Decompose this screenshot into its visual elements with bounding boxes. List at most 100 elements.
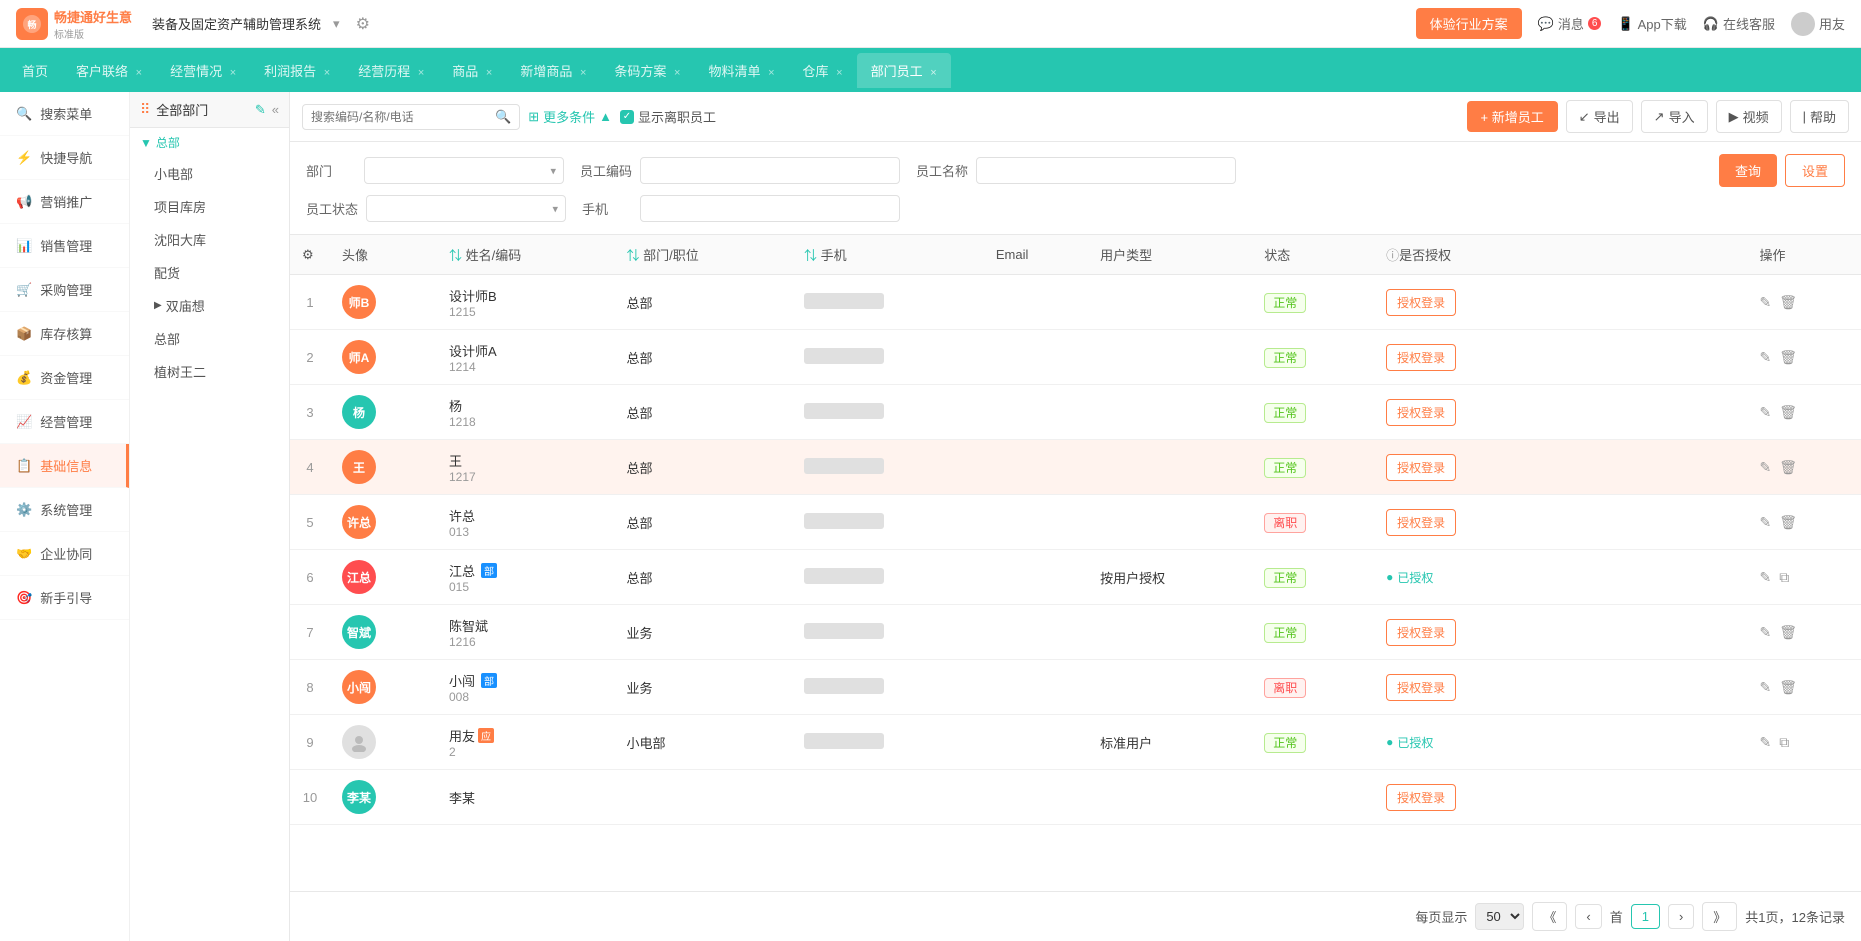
nav-tab-add-goods[interactable]: 新增商品 × (506, 53, 600, 88)
message-btn[interactable]: 💬 消息 6 (1538, 14, 1602, 33)
export-btn[interactable]: ↙ 导出 (1566, 100, 1633, 133)
search-icon[interactable]: 🔍 (495, 109, 511, 125)
dept-edit-icon[interactable]: ✎ (255, 102, 266, 118)
settings-icon[interactable]: ⚙ (356, 14, 370, 34)
auth-button[interactable]: 授权登录 (1386, 454, 1456, 481)
nav-tab-history[interactable]: 经营历程 × (344, 53, 438, 88)
nav-tab-warehouse[interactable]: 仓库 × (789, 53, 857, 88)
first-page-btn[interactable]: 《 (1532, 902, 1567, 931)
sidebar-item-system[interactable]: ⚙️ 系统管理 (0, 488, 129, 532)
nav-tab-goods[interactable]: 商品 × (438, 53, 506, 88)
add-employee-button[interactable]: + 新增员工 (1467, 101, 1558, 132)
dept-item-small-elec[interactable]: 小电部 (130, 157, 289, 190)
more-conditions-btn[interactable]: ⊞ 更多条件 ▲ (528, 107, 612, 126)
nav-tab-barcode[interactable]: 条码方案 × (600, 53, 694, 88)
dept-item-headquarters[interactable]: 总部 (130, 322, 289, 355)
online-service-btn[interactable]: 🎧 在线客服 (1703, 14, 1775, 33)
dept-item-double[interactable]: ▶ 双庙想 (130, 289, 289, 322)
edit-icon[interactable]: ✎ (1759, 624, 1771, 641)
phone-input[interactable] (640, 195, 900, 222)
edit-icon[interactable]: ✎ (1759, 514, 1771, 531)
nav-tab-customer[interactable]: 客户联络 × (62, 53, 156, 88)
sidebar-item-finance[interactable]: 💰 资金管理 (0, 356, 129, 400)
sidebar-item-basic-info[interactable]: 📋 基础信息 (0, 444, 129, 488)
show-resigned-checkbox[interactable]: ✓ 显示离职员工 (620, 107, 716, 126)
search-input[interactable] (311, 110, 491, 124)
edit-icon[interactable]: ✎ (1759, 349, 1771, 366)
edit-icon[interactable]: ✎ (1759, 404, 1771, 421)
emp-status-select[interactable] (366, 195, 566, 222)
close-icon[interactable]: × (418, 67, 424, 79)
last-page-btn[interactable]: 》 (1702, 902, 1737, 931)
help-btn[interactable]: | 帮助 (1790, 100, 1849, 133)
copy-icon[interactable]: ⧉ (1779, 734, 1789, 751)
delete-icon[interactable]: 🗑 (1779, 459, 1797, 476)
close-icon[interactable]: × (768, 67, 774, 79)
nav-tab-bom[interactable]: 物料清单 × (694, 53, 788, 88)
nav-tab-home[interactable]: 首页 (8, 53, 62, 88)
dept-item-delivery[interactable]: 配货 (130, 256, 289, 289)
close-icon[interactable]: × (930, 67, 936, 79)
sidebar-item-quick-nav[interactable]: ⚡ 快捷导航 (0, 136, 129, 180)
edit-icon[interactable]: ✎ (1759, 734, 1771, 751)
app-download-btn[interactable]: 📱 App下载 (1617, 14, 1686, 33)
sidebar-item-marketing[interactable]: 📢 营销推广 (0, 180, 129, 224)
th-phone[interactable]: ⇅ 手机 (792, 235, 984, 275)
copy-icon[interactable]: ⧉ (1779, 569, 1789, 586)
close-icon[interactable]: × (230, 67, 236, 79)
dept-select[interactable] (364, 157, 564, 184)
user-btn[interactable]: 用友 (1791, 12, 1845, 36)
edit-icon[interactable]: ✎ (1759, 294, 1771, 311)
view-btn[interactable]: ▶ 视频 (1716, 100, 1782, 133)
auth-button[interactable]: 授权登录 (1386, 674, 1456, 701)
nav-tab-employees[interactable]: 部门员工 × (857, 53, 951, 88)
sidebar-item-guide[interactable]: 🎯 新手引导 (0, 576, 129, 620)
import-btn[interactable]: ↗ 导入 (1641, 100, 1708, 133)
nav-tab-profit[interactable]: 利润报告 × (250, 53, 344, 88)
close-icon[interactable]: × (136, 67, 142, 79)
settings-icon[interactable]: ⚙ (302, 247, 314, 262)
delete-icon[interactable]: 🗑 (1779, 349, 1797, 366)
sidebar-item-collab[interactable]: 🤝 企业协同 (0, 532, 129, 576)
delete-icon[interactable]: 🗑 (1779, 624, 1797, 641)
nav-tab-operation[interactable]: 经营情况 × (156, 53, 250, 88)
edit-icon[interactable]: ✎ (1759, 459, 1771, 476)
auth-button[interactable]: 授权登录 (1386, 399, 1456, 426)
dept-item-shenyang[interactable]: 沈阳大库 (130, 223, 289, 256)
emp-name-input[interactable] (976, 157, 1236, 184)
dropdown-icon[interactable]: ▾ (333, 16, 340, 32)
dept-collapse-icon[interactable]: « (272, 102, 279, 117)
sidebar-item-inventory[interactable]: 📦 库存核算 (0, 312, 129, 356)
dept-item-project[interactable]: 项目库房 (130, 190, 289, 223)
auth-button[interactable]: 授权登录 (1386, 509, 1456, 536)
delete-icon[interactable]: 🗑 (1779, 404, 1797, 421)
auth-button[interactable]: 授权登录 (1386, 784, 1456, 811)
delete-icon[interactable]: 🗑 (1779, 514, 1797, 531)
th-settings[interactable]: ⚙ (290, 235, 330, 275)
sidebar-item-business[interactable]: 📈 经营管理 (0, 400, 129, 444)
dept-item-tree-king[interactable]: 植树王二 (130, 355, 289, 388)
auth-button[interactable]: 授权登录 (1386, 344, 1456, 371)
sidebar-item-sales[interactable]: 📊 销售管理 (0, 224, 129, 268)
delete-icon[interactable]: 🗑 (1779, 679, 1797, 696)
emp-code-input[interactable] (640, 157, 900, 184)
trial-button[interactable]: 体验行业方案 (1416, 8, 1522, 39)
next-page-btn[interactable]: › (1668, 904, 1694, 929)
page-size-select[interactable]: 50 (1475, 903, 1524, 930)
prev-page-btn[interactable]: ‹ (1575, 904, 1601, 929)
close-icon[interactable]: × (836, 67, 842, 79)
close-icon[interactable]: × (674, 67, 680, 79)
th-name-code[interactable]: ⇅ 姓名/编码 (437, 235, 615, 275)
auth-button[interactable]: 授权登录 (1386, 619, 1456, 646)
query-button[interactable]: 查询 (1719, 154, 1777, 187)
close-icon[interactable]: × (580, 67, 586, 79)
delete-icon[interactable]: 🗑 (1779, 294, 1797, 311)
close-icon[interactable]: × (324, 67, 330, 79)
sidebar-item-purchase[interactable]: 🛒 采购管理 (0, 268, 129, 312)
auth-button[interactable]: 授权登录 (1386, 289, 1456, 316)
reset-button[interactable]: 设置 (1785, 154, 1845, 187)
edit-icon[interactable]: ✎ (1759, 569, 1771, 586)
sidebar-item-search[interactable]: 🔍 搜索菜单 (0, 92, 129, 136)
th-dept-position[interactable]: ⇅ 部门/职位 (615, 235, 793, 275)
edit-icon[interactable]: ✎ (1759, 679, 1771, 696)
